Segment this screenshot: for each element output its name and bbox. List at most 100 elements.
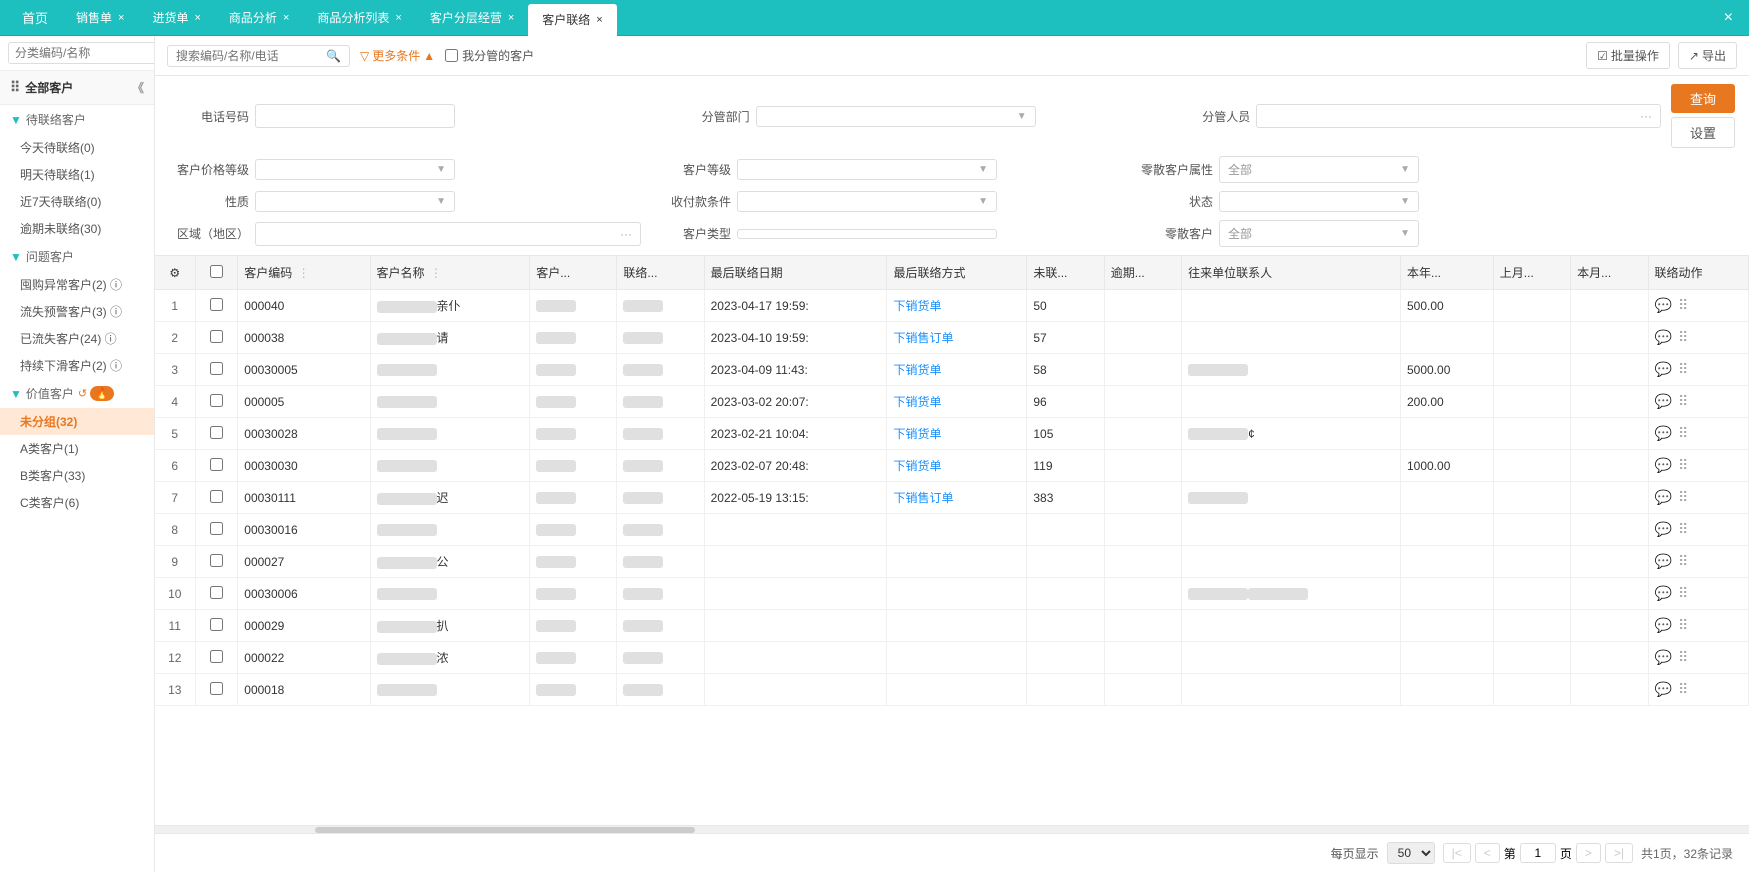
row-checkbox[interactable] <box>210 554 223 567</box>
th-check[interactable] <box>195 256 238 290</box>
nature-select[interactable]: ▼ <box>255 191 455 212</box>
my-customers-checkbox-area[interactable]: 我分管的客户 <box>445 47 534 64</box>
region-input-area[interactable]: ··· <box>255 222 641 246</box>
prev-page-button[interactable]: < <box>1475 843 1500 863</box>
chat-icon[interactable]: 💬 <box>1655 457 1672 474</box>
custlevel-select[interactable]: ▼ <box>737 159 997 180</box>
dept-select[interactable]: ▼ <box>756 106 1036 127</box>
row-method-link[interactable]: 下销货单 <box>893 299 941 313</box>
filter-search-icon[interactable]: 🔍 <box>326 49 341 63</box>
more-icon[interactable]: ⠿ <box>1678 649 1688 666</box>
chat-icon[interactable]: 💬 <box>1655 617 1672 634</box>
reset-button[interactable]: 设置 <box>1671 117 1735 148</box>
close-purchase-tab[interactable]: × <box>194 12 200 24</box>
my-customers-checkbox[interactable] <box>445 49 458 62</box>
retail-cust-select[interactable]: 全部 ▼ <box>1219 220 1419 247</box>
row-method-link[interactable]: 下销货单 <box>893 459 941 473</box>
row-checkbox[interactable] <box>210 362 223 375</box>
chat-icon[interactable]: 💬 <box>1655 297 1672 314</box>
nav-home[interactable]: 首页 <box>8 8 62 27</box>
sidebar-item-churn-warning[interactable]: 流失预警客户(3) ⓘ <box>0 298 154 325</box>
first-page-button[interactable]: |< <box>1443 843 1471 863</box>
row-checkbox[interactable] <box>210 458 223 471</box>
close-customer-tier-tab[interactable]: × <box>508 12 514 24</box>
sidebar-item-overdue-pending[interactable]: 逾期未联络(30) <box>0 215 154 242</box>
last-page-button[interactable]: >| <box>1605 843 1633 863</box>
page-number-input[interactable] <box>1520 843 1556 863</box>
row-checkbox[interactable] <box>210 298 223 311</box>
sidebar-item-a-class[interactable]: A类客户(1) <box>0 435 154 462</box>
row-checkbox[interactable] <box>210 426 223 439</box>
col-resize-name[interactable]: ⋮ <box>430 266 442 280</box>
sidebar-item-7days-pending[interactable]: 近7天待联络(0) <box>0 188 154 215</box>
row-checkbox[interactable] <box>210 650 223 663</box>
row-checkbox[interactable] <box>210 682 223 695</box>
row-checkbox[interactable] <box>210 330 223 343</box>
value-refresh-icon[interactable]: ↺ <box>78 387 87 400</box>
scrollbar-thumb[interactable] <box>315 827 695 833</box>
chat-icon[interactable]: 💬 <box>1655 649 1672 666</box>
filter-search-input[interactable] <box>176 49 326 63</box>
custtype-select[interactable] <box>737 229 997 239</box>
more-icon[interactable]: ⠿ <box>1678 617 1688 634</box>
sidebar-item-today-pending[interactable]: 今天待联络(0) <box>0 134 154 161</box>
th-gear[interactable]: ⚙ <box>155 256 195 290</box>
row-checkbox[interactable] <box>210 394 223 407</box>
more-icon[interactable]: ⠿ <box>1678 585 1688 602</box>
sidebar-item-c-class[interactable]: C类客户(6) <box>0 489 154 516</box>
more-icon[interactable]: ⠿ <box>1678 489 1688 506</box>
select-all-checkbox[interactable] <box>210 265 223 278</box>
chat-icon[interactable]: 💬 <box>1655 553 1672 570</box>
close-product-analysis-tab[interactable]: × <box>283 12 289 24</box>
more-icon[interactable]: ⠿ <box>1678 393 1688 410</box>
query-button[interactable]: 查询 <box>1671 84 1735 113</box>
export-button[interactable]: ↗ 导出 <box>1678 42 1737 69</box>
more-icon[interactable]: ⠿ <box>1678 457 1688 474</box>
sidebar-all-customers[interactable]: ⠿ 全部客户 《 <box>0 71 154 105</box>
row-method-link[interactable]: 下销货单 <box>893 427 941 441</box>
sidebar-search-input[interactable] <box>8 42 155 64</box>
more-icon[interactable]: ⠿ <box>1678 521 1688 538</box>
sidebar-group-problem[interactable]: ▼ 问题客户 <box>0 242 154 271</box>
close-customer-contact-tab[interactable]: × <box>596 14 602 26</box>
pricelevel-select[interactable]: ▼ <box>255 159 455 180</box>
next-page-button[interactable]: > <box>1576 843 1601 863</box>
sidebar-item-abnormal[interactable]: 囤购异常客户(2) ⓘ <box>0 271 154 298</box>
more-icon[interactable]: ⠿ <box>1678 361 1688 378</box>
col-resize-code[interactable]: ⋮ <box>298 266 310 280</box>
close-window-button[interactable]: × <box>1716 9 1741 27</box>
row-checkbox[interactable] <box>210 490 223 503</box>
row-checkbox[interactable] <box>210 618 223 631</box>
more-icon[interactable]: ⠿ <box>1678 553 1688 570</box>
sidebar-item-tomorrow-pending[interactable]: 明天待联络(1) <box>0 161 154 188</box>
row-method-link[interactable]: 下销货单 <box>893 363 941 377</box>
more-icon[interactable]: ⠿ <box>1678 425 1688 442</box>
horizontal-scrollbar[interactable] <box>155 825 1749 833</box>
row-method-link[interactable]: 下销售订单 <box>893 331 953 345</box>
chat-icon[interactable]: 💬 <box>1655 585 1672 602</box>
more-conditions-button[interactable]: ▽ 更多条件 ▲ <box>360 47 435 64</box>
more-icon[interactable]: ⠿ <box>1678 297 1688 314</box>
nav-tab-customer-tier[interactable]: 客户分层经营 × <box>416 0 528 36</box>
nav-tab-product-analysis[interactable]: 商品分析 × <box>215 0 303 36</box>
manager-input-area[interactable]: ··· <box>1256 104 1661 128</box>
more-icon[interactable]: ⠿ <box>1678 329 1688 346</box>
chat-icon[interactable]: 💬 <box>1655 361 1672 378</box>
nav-tab-purchase[interactable]: 进货单 × <box>138 0 214 36</box>
chat-icon[interactable]: 💬 <box>1655 393 1672 410</box>
nav-tab-customer-contact[interactable]: 客户联络 × <box>528 4 616 36</box>
retail-attr-select[interactable]: 全部 ▼ <box>1219 156 1419 183</box>
sidebar-item-ungroup[interactable]: 未分组(32) <box>0 408 154 435</box>
row-checkbox[interactable] <box>210 522 223 535</box>
sidebar-item-lost[interactable]: 已流失客户(24) ⓘ <box>0 325 154 352</box>
batch-ops-button[interactable]: ☑ 批量操作 <box>1586 42 1670 69</box>
close-sales-tab[interactable]: × <box>118 12 124 24</box>
gear-icon[interactable]: ⚙ <box>169 266 180 280</box>
collapse-icon[interactable]: 《 <box>132 79 144 96</box>
close-product-list-tab[interactable]: × <box>395 12 401 24</box>
nav-tab-sales[interactable]: 销售单 × <box>62 0 138 36</box>
status-select[interactable]: ▼ <box>1219 191 1419 212</box>
nav-tab-product-list[interactable]: 商品分析列表 × <box>303 0 415 36</box>
row-method-link[interactable]: 下销货单 <box>893 395 941 409</box>
payment-select[interactable]: ▼ <box>737 191 997 212</box>
